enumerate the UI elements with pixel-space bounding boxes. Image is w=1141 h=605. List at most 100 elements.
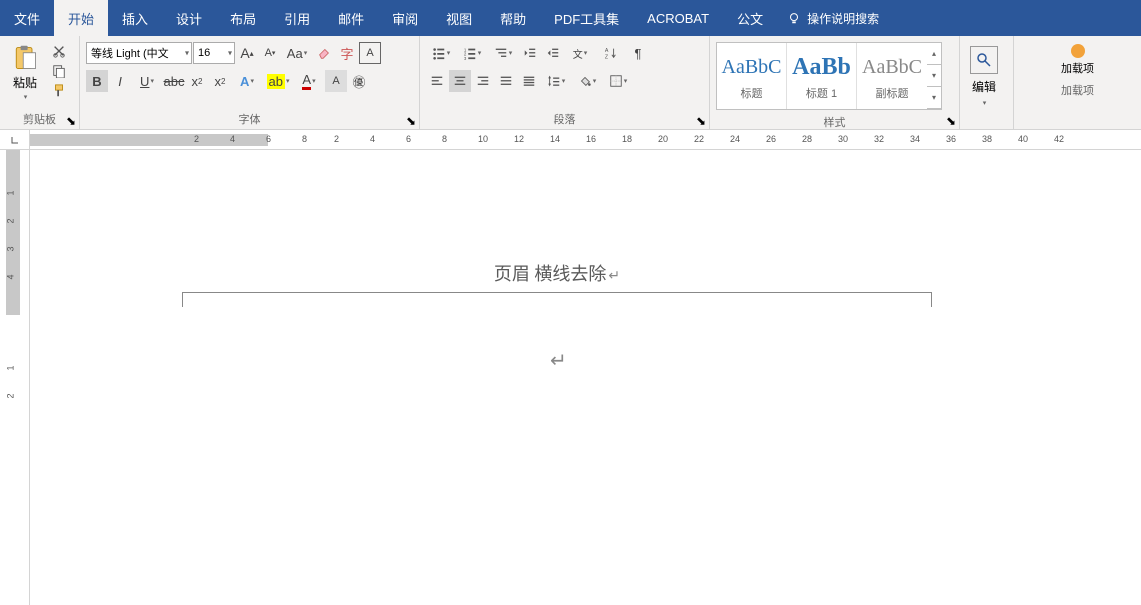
align-left-button[interactable]: [426, 70, 448, 92]
ruler-tick: 2: [334, 134, 339, 144]
text-effects-button[interactable]: A▾: [232, 70, 262, 92]
paste-button[interactable]: 粘贴 ▾: [4, 40, 46, 105]
style-subtitle[interactable]: AaBbC 副标题: [857, 43, 927, 109]
phonetic-guide-button[interactable]: 字: [336, 42, 358, 64]
ruler-tick: 6: [266, 134, 271, 144]
superscript-button[interactable]: x2: [209, 70, 231, 92]
decrease-indent-button[interactable]: [519, 42, 541, 64]
italic-button[interactable]: I: [109, 70, 131, 92]
font-size-combo[interactable]: 16▾: [193, 42, 235, 64]
gallery-scroll-down[interactable]: ▾: [927, 65, 941, 87]
tell-me-search[interactable]: 操作说明搜索: [787, 0, 879, 36]
menu-view[interactable]: 视图: [432, 0, 486, 36]
gallery-scroll-up[interactable]: ▴: [927, 43, 941, 65]
distributed-button[interactable]: [518, 70, 540, 92]
menu-insert[interactable]: 插入: [108, 0, 162, 36]
svg-text:A: A: [605, 48, 609, 54]
sort-icon: AZ: [604, 46, 618, 60]
document-canvas[interactable]: 页眉 横线去除 ↵: [30, 150, 1141, 605]
numbering-button[interactable]: 123▾: [457, 42, 487, 64]
increase-indent-button[interactable]: [542, 42, 564, 64]
addins-group-label: 加载项: [1018, 80, 1137, 100]
shading-button[interactable]: ▾: [572, 70, 602, 92]
gallery-expand[interactable]: ▾: [927, 87, 941, 109]
header-text[interactable]: 页眉 横线去除: [182, 260, 932, 292]
align-right-button[interactable]: [472, 70, 494, 92]
align-right-icon: [476, 74, 490, 88]
menu-official-doc[interactable]: 公文: [723, 0, 777, 36]
show-hide-button[interactable]: ¶: [627, 42, 649, 64]
chevron-down-icon: ▾: [24, 93, 28, 101]
copy-button[interactable]: [50, 62, 68, 80]
menu-help[interactable]: 帮助: [486, 0, 540, 36]
tab-selector[interactable]: [0, 130, 30, 149]
grow-font-button[interactable]: A▴: [236, 42, 258, 64]
ruler-tick: 34: [910, 134, 920, 144]
multilevel-icon: [494, 46, 508, 60]
vertical-ruler[interactable]: 432112: [0, 150, 30, 605]
ruler-tick: 32: [874, 134, 884, 144]
format-painter-button[interactable]: [50, 82, 68, 100]
ruler-tick: 4: [370, 134, 375, 144]
editing-button[interactable]: 编辑 ▾: [964, 40, 1004, 113]
addin-button[interactable]: 加载项: [1061, 62, 1094, 76]
ribbon: 粘贴 ▾ 剪贴板 ⬊ 等线 Light (中文▾ 16▾ A▴ A▾ Aa▾ 字…: [0, 36, 1141, 130]
ruler-tick: 38: [982, 134, 992, 144]
vruler-tick: 3: [6, 246, 16, 251]
menu-layout[interactable]: 布局: [216, 0, 270, 36]
character-shading-button[interactable]: A: [325, 70, 347, 92]
bullets-button[interactable]: ▾: [426, 42, 456, 64]
cut-button[interactable]: [50, 42, 68, 60]
menu-pdf-tools[interactable]: PDF工具集: [540, 0, 633, 36]
style-heading1[interactable]: AaBb 标题 1: [787, 43, 857, 109]
justify-icon: [499, 74, 513, 88]
styles-dialog-launcher[interactable]: ⬊: [945, 115, 957, 127]
underline-button[interactable]: U▾: [132, 70, 162, 92]
vruler-tick: 2: [6, 218, 16, 223]
indent-icon: [546, 46, 560, 60]
strikethrough-button[interactable]: abc: [163, 70, 185, 92]
line-spacing-icon: [547, 74, 561, 88]
horizontal-ruler[interactable]: 8642246810121416182022242628303234363840…: [30, 130, 1141, 149]
page-header[interactable]: 页眉 横线去除: [182, 260, 932, 293]
font-family-combo[interactable]: 等线 Light (中文▾: [86, 42, 192, 64]
borders-button[interactable]: ▾: [603, 70, 633, 92]
subscript-button[interactable]: x2: [186, 70, 208, 92]
group-paragraph: ▾ 123▾ ▾ 文▾ AZ ¶ ▾ ▾ ▾ 段落 ⬊: [420, 36, 710, 129]
shrink-font-button[interactable]: A▾: [259, 42, 281, 64]
paragraph-dialog-launcher[interactable]: ⬊: [695, 115, 707, 127]
font-color-button[interactable]: A▾: [294, 70, 324, 92]
justify-button[interactable]: [495, 70, 517, 92]
ruler-tick: 36: [946, 134, 956, 144]
sort-button[interactable]: AZ: [596, 42, 626, 64]
highlight-button[interactable]: ab▾: [263, 70, 293, 92]
line-spacing-button[interactable]: ▾: [541, 70, 571, 92]
enclose-characters-button[interactable]: ㊝: [348, 70, 370, 92]
menu-references[interactable]: 引用: [270, 0, 324, 36]
change-case-button[interactable]: Aa▾: [282, 42, 312, 64]
menu-acrobat[interactable]: ACROBAT: [633, 0, 723, 36]
svg-text:Z: Z: [605, 54, 609, 60]
styles-group-label: 样式: [714, 112, 955, 132]
style-title[interactable]: AaBbC 标题: [717, 43, 787, 109]
ruler-tick: 20: [658, 134, 668, 144]
asian-layout-button[interactable]: 文▾: [565, 42, 595, 64]
clipboard-dialog-launcher[interactable]: ⬊: [65, 115, 77, 127]
align-center-button[interactable]: [449, 70, 471, 92]
menu-home[interactable]: 开始: [54, 0, 108, 36]
ruler-tick: 14: [550, 134, 560, 144]
bold-button[interactable]: B: [86, 70, 108, 92]
ruler-tick: 26: [766, 134, 776, 144]
menu-design[interactable]: 设计: [162, 0, 216, 36]
menu-file[interactable]: 文件: [0, 0, 54, 36]
character-border-button[interactable]: A: [359, 42, 381, 64]
menu-mailings[interactable]: 邮件: [324, 0, 378, 36]
clear-formatting-button[interactable]: [313, 42, 335, 64]
font-dialog-launcher[interactable]: ⬊: [405, 115, 417, 127]
menu-review[interactable]: 审阅: [378, 0, 432, 36]
distributed-icon: [522, 74, 536, 88]
outdent-icon: [523, 46, 537, 60]
paragraph-mark[interactable]: ↵: [550, 348, 567, 373]
chevron-down-icon: ▾: [228, 49, 232, 58]
multilevel-list-button[interactable]: ▾: [488, 42, 518, 64]
